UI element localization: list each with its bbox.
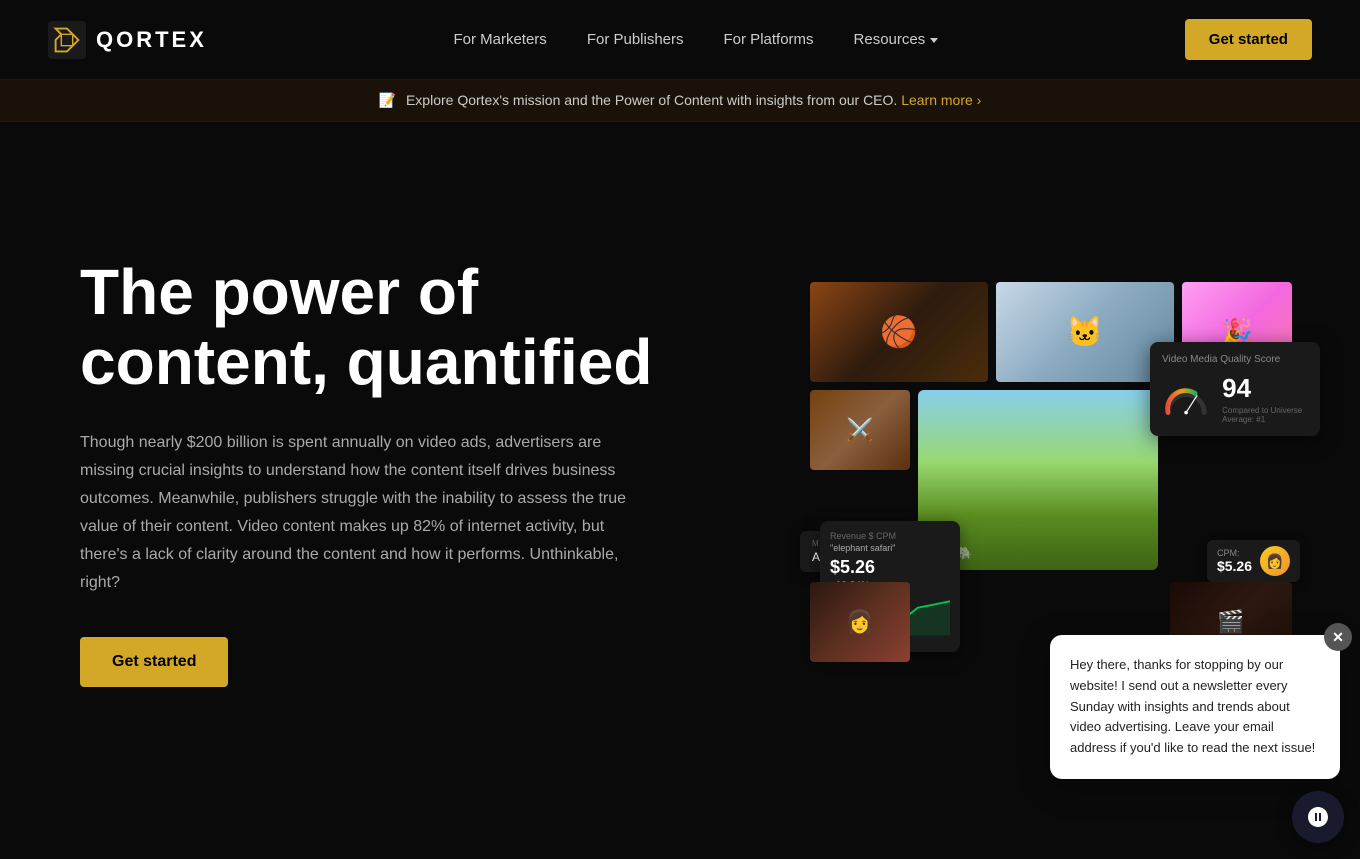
thumb-cat: 🐱: [996, 282, 1174, 382]
logo-icon: [48, 21, 86, 59]
thumb-medieval: ⚔️: [810, 390, 910, 470]
logo-text: QORTEX: [96, 27, 207, 53]
cpm-badge: CPM: $5.26 👩: [1207, 540, 1300, 582]
thumb-sports: 🏀: [810, 282, 988, 382]
chat-message: Hey there, thanks for stopping by our we…: [1070, 655, 1320, 759]
gauge-svg: [1162, 374, 1210, 424]
score-gauge: 94 Compared to Universe Average: #1: [1162, 373, 1308, 424]
announcement-icon: 📝: [379, 92, 396, 108]
chart-price: $5.26: [830, 557, 950, 578]
chevron-down-icon: [930, 38, 938, 43]
announcement-text: Explore Qortex's mission and the Power o…: [406, 92, 897, 108]
logo-link[interactable]: QORTEX: [48, 21, 207, 59]
chat-close-button[interactable]: ✕: [1324, 623, 1352, 651]
nav-get-started-button[interactable]: Get started: [1185, 19, 1312, 60]
hero-left: The power of content, quantified Though …: [80, 257, 680, 688]
chat-overlay: ✕ Hey there, thanks for stopping by our …: [1050, 635, 1340, 779]
nav-links: For Marketers For Publishers For Platfor…: [453, 31, 938, 49]
score-number: 94: [1222, 373, 1308, 404]
cpm-avatar: 👩: [1260, 546, 1290, 576]
nav-resources-label: Resources: [854, 31, 926, 48]
nav-for-publishers[interactable]: For Publishers: [587, 31, 684, 48]
chat-bubble-icon: [1306, 805, 1330, 829]
nav-for-platforms[interactable]: For Platforms: [724, 31, 814, 48]
announcement-link[interactable]: Learn more ›: [901, 92, 981, 108]
cpm-value: $5.26: [1217, 558, 1252, 574]
chart-ticker: "elephant safari": [830, 543, 950, 553]
hero-collage: 🏀 🐱 🎉 ⚔️ Video Media Quality Score: [810, 282, 1300, 662]
collage-container: 🏀 🐱 🎉 ⚔️ Video Media Quality Score: [810, 282, 1300, 662]
navbar: QORTEX For Marketers For Publishers For …: [0, 0, 1360, 80]
nav-resources-dropdown[interactable]: Resources: [854, 31, 939, 48]
hero-description: Though nearly $200 billion is spent annu…: [80, 429, 630, 597]
hero-title: The power of content, quantified: [80, 257, 680, 398]
chat-bubble-button[interactable]: [1292, 791, 1344, 843]
hero-get-started-button[interactable]: Get started: [80, 637, 228, 687]
cpm-info: CPM: $5.26: [1217, 548, 1252, 574]
nav-for-marketers[interactable]: For Marketers: [453, 31, 546, 48]
cpm-label: CPM:: [1217, 548, 1252, 558]
announcement-bar: 📝 Explore Qortex's mission and the Power…: [0, 80, 1360, 122]
score-sublabel: Compared to Universe Average: #1: [1222, 406, 1308, 424]
chart-revenue-label: Revenue $ CPM: [830, 531, 950, 541]
score-card: Video Media Quality Score: [1150, 342, 1320, 436]
thumb-woman: 👩: [810, 582, 910, 662]
score-value-container: 94 Compared to Universe Average: #1: [1222, 373, 1308, 424]
score-card-title: Video Media Quality Score: [1162, 354, 1308, 365]
